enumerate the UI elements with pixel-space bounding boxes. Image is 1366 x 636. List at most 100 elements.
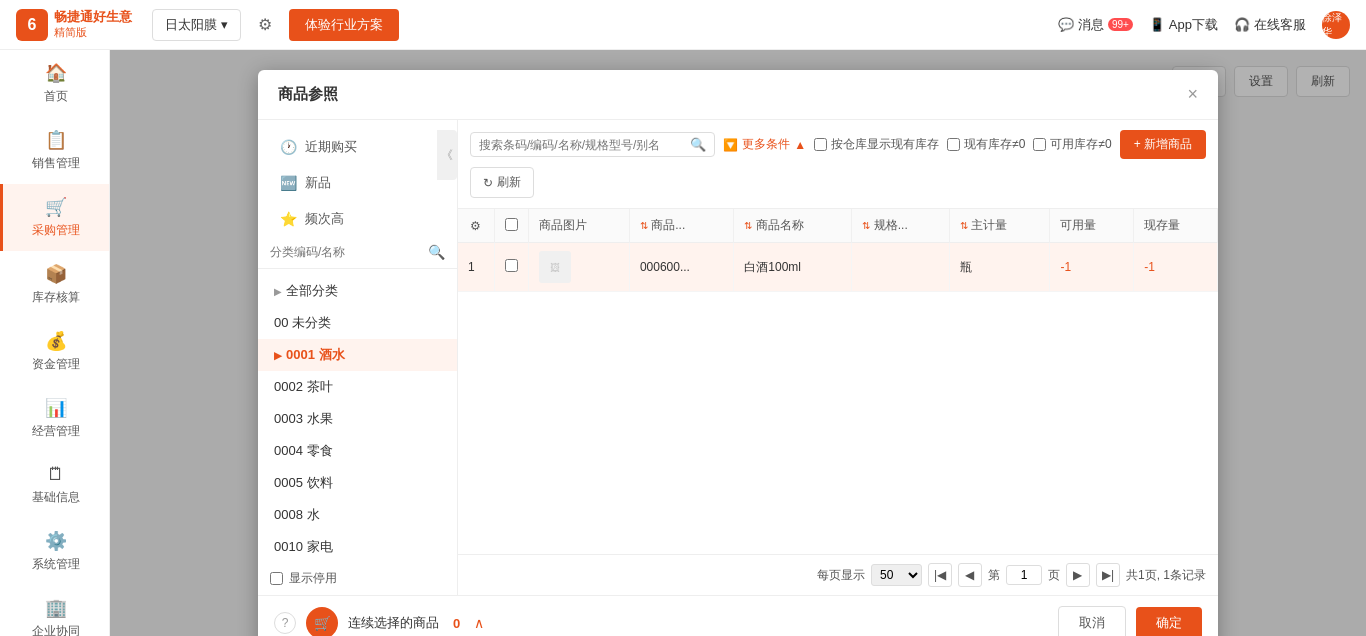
close-icon[interactable]: ×	[1187, 84, 1198, 105]
sidebar-item-purchase[interactable]: 🛒 采购管理	[0, 184, 109, 251]
arrow-icon: ▶	[274, 286, 282, 297]
user-avatar[interactable]: 徐泽华	[1322, 11, 1350, 39]
star-icon: ⭐	[280, 211, 297, 227]
available-nonzero-checkbox[interactable]	[1033, 138, 1046, 151]
filter-arrow-icon: ▲	[794, 138, 806, 152]
search-icon[interactable]: 🔍	[428, 244, 445, 260]
first-page-btn[interactable]: |◀	[928, 563, 952, 587]
category-0001[interactable]: ▶ 0001 酒水	[258, 339, 457, 371]
dialog-title: 商品参照	[278, 85, 338, 104]
td-unit: 瓶	[949, 243, 1049, 292]
sort-icon: ⇅	[640, 220, 648, 231]
sidebar-item-finance[interactable]: 💰 资金管理	[0, 318, 109, 385]
td-checkbox[interactable]	[494, 243, 528, 292]
prev-page-btn[interactable]: ◀	[958, 563, 982, 587]
th-stock: 现存量	[1134, 209, 1218, 243]
th-code[interactable]: ⇅ 商品...	[629, 209, 733, 243]
cancel-btn[interactable]: 取消	[1058, 606, 1126, 636]
checkbox-stock-nonzero[interactable]: 现有库存≠0	[947, 136, 1025, 153]
add-product-btn[interactable]: + 新增商品	[1120, 130, 1206, 159]
headset-icon: 🎧	[1234, 17, 1250, 32]
top-nav: 6 畅捷通好生意 精简版 日太阳膜 ▾ ⚙ 体验行业方案 💬 消息 99+ 📱 …	[0, 0, 1366, 50]
online-service-btn[interactable]: 🎧 在线客服	[1234, 16, 1306, 34]
filter-btn[interactable]: 🔽 更多条件 ▲	[723, 136, 806, 153]
dialog-header: 商品参照 ×	[258, 70, 1218, 120]
finance-icon: 💰	[45, 330, 67, 352]
td-num: 1	[458, 243, 494, 292]
refresh-btn[interactable]: ↻ 刷新	[470, 167, 534, 198]
mobile-icon: 📱	[1149, 17, 1165, 32]
category-0002[interactable]: 0002 茶叶	[258, 371, 457, 403]
category-00[interactable]: 00 未分类	[258, 307, 457, 339]
th-settings[interactable]: ⚙	[458, 209, 494, 243]
tab-recent[interactable]: 🕐 近期购买	[270, 130, 425, 164]
page-input[interactable]	[1006, 565, 1042, 585]
th-unit[interactable]: ⇅ 主计量	[949, 209, 1049, 243]
table-row[interactable]: 1 🖼	[458, 243, 1218, 292]
category-all[interactable]: ▶ 全部分类	[258, 275, 457, 307]
left-panel-tabs: 🕐 近期购买 🆕 新品 ⭐ 频次高	[258, 120, 437, 236]
product-search-input[interactable]	[479, 138, 686, 152]
collapse-footer-btn[interactable]: ∧	[474, 615, 484, 631]
checkbox-available-nonzero[interactable]: 可用库存≠0	[1033, 136, 1111, 153]
cart-btn[interactable]: 🛒	[306, 607, 338, 636]
dialog: 商品参照 × 🕐 近期购买	[258, 70, 1218, 636]
next-page-btn[interactable]: ▶	[1066, 563, 1090, 587]
settings-icon[interactable]: ⚙	[249, 9, 281, 41]
left-panel: 🕐 近期购买 🆕 新品 ⭐ 频次高	[258, 120, 458, 595]
sidebar-item-home[interactable]: 🏠 首页	[0, 50, 109, 117]
page-size-select[interactable]: 50 20 100	[871, 564, 922, 586]
category-0005[interactable]: 0005 饮料	[258, 467, 457, 499]
th-img: 商品图片	[528, 209, 629, 243]
tab-new[interactable]: 🆕 新品	[270, 166, 425, 200]
category-search-input[interactable]	[270, 245, 422, 259]
checkbox-by-warehouse[interactable]: 按仓库显示现有库存	[814, 136, 939, 153]
td-code: 000600...	[629, 243, 733, 292]
chevron-down-icon: ▾	[221, 17, 228, 32]
th-spec[interactable]: ⇅ 规格...	[852, 209, 950, 243]
message-badge: 99+	[1108, 18, 1133, 31]
refresh-icon: ↻	[483, 176, 493, 190]
app-download-btn[interactable]: 📱 App下载	[1149, 16, 1218, 34]
category-0010[interactable]: 0010 家电	[258, 531, 457, 562]
confirm-btn[interactable]: 确定	[1136, 607, 1202, 636]
category-0003[interactable]: 0003 水果	[258, 403, 457, 435]
logo-sub: 精简版	[54, 25, 132, 40]
avatar: 徐泽华	[1322, 11, 1350, 39]
category-0004[interactable]: 0004 零食	[258, 435, 457, 467]
td-stock: -1	[1134, 243, 1218, 292]
collapse-left-btn[interactable]: 《	[437, 130, 457, 180]
th-checkbox[interactable]	[494, 209, 528, 243]
sidebar-item-business[interactable]: 📊 经营管理	[0, 385, 109, 452]
by-warehouse-checkbox[interactable]	[814, 138, 827, 151]
sidebar-item-system[interactable]: ⚙️ 系统管理	[0, 518, 109, 585]
search-box-icon[interactable]: 🔍	[690, 137, 706, 152]
try-btn[interactable]: 体验行业方案	[289, 9, 399, 41]
show-disabled-checkbox[interactable]	[270, 572, 283, 585]
row-checkbox[interactable]	[505, 259, 518, 272]
show-disabled-row: 显示停用	[258, 562, 457, 595]
sidebar-item-inventory[interactable]: 📦 库存核算	[0, 251, 109, 318]
help-btn[interactable]: ?	[274, 612, 296, 634]
sales-icon: 📋	[45, 129, 67, 151]
stock-nonzero-checkbox[interactable]	[947, 138, 960, 151]
continuous-count: 0	[453, 616, 460, 631]
tenant-dropdown[interactable]: 日太阳膜 ▾	[152, 9, 241, 41]
th-name[interactable]: ⇅ 商品名称	[734, 209, 852, 243]
dialog-body: 🕐 近期购买 🆕 新品 ⭐ 频次高	[258, 120, 1218, 595]
settings-col-icon: ⚙	[470, 219, 481, 233]
sidebar-item-sales[interactable]: 📋 销售管理	[0, 117, 109, 184]
sidebar-item-enterprise[interactable]: 🏢 企业协同	[0, 585, 109, 636]
table-header-row: ⚙ 商品图片	[458, 209, 1218, 243]
home-icon: 🏠	[45, 62, 67, 84]
category-0008[interactable]: 0008 水	[258, 499, 457, 531]
sidebar: 🏠 首页 📋 销售管理 🛒 采购管理 📦 库存核算 💰 资金管理 📊 经营管理 …	[0, 50, 110, 636]
tab-frequent[interactable]: ⭐ 频次高	[270, 202, 425, 236]
select-all-checkbox[interactable]	[505, 218, 518, 231]
last-page-btn[interactable]: ▶|	[1096, 563, 1120, 587]
category-list: ▶ 全部分类 00 未分类 ▶ 0001 酒水 0002 茶	[258, 269, 457, 562]
sidebar-item-basics[interactable]: 🗒 基础信息	[0, 452, 109, 518]
product-table: ⚙ 商品图片	[458, 209, 1218, 292]
clock-icon: 🕐	[280, 139, 297, 155]
message-btn[interactable]: 💬 消息 99+	[1058, 16, 1133, 34]
